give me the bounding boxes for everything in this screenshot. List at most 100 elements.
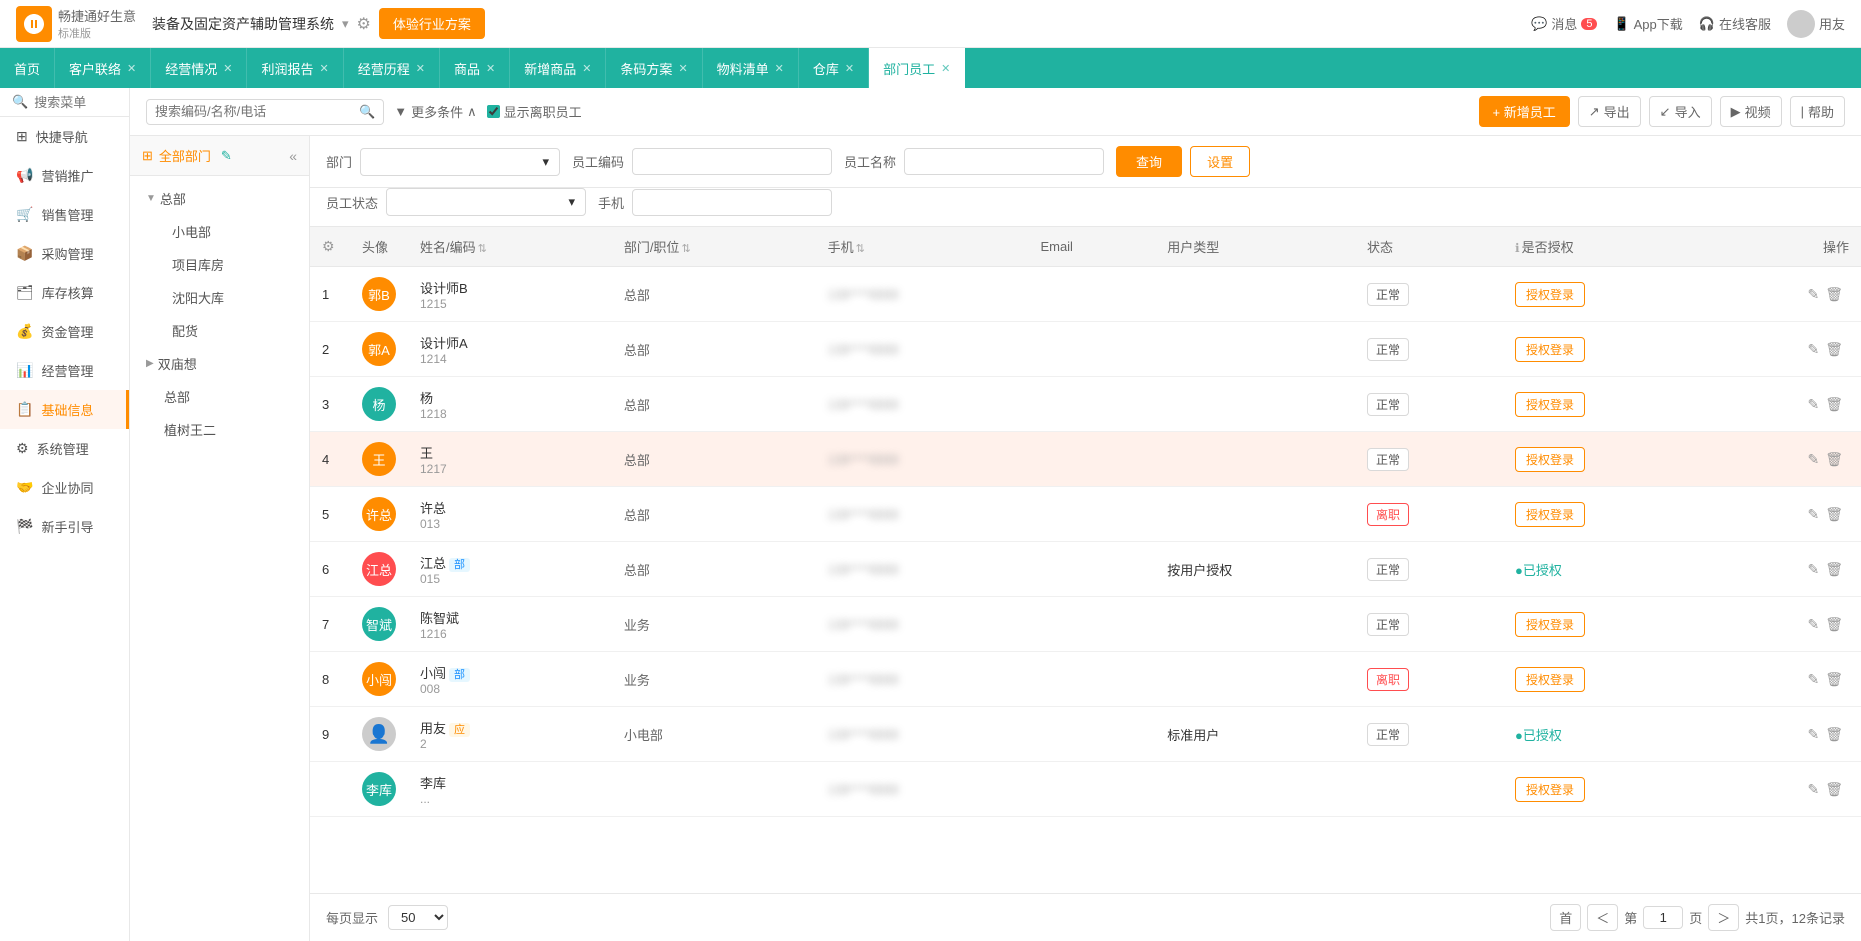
auth-button[interactable]: 授权登录 xyxy=(1515,502,1585,527)
delete-button[interactable]: 🗑 xyxy=(1825,561,1843,577)
collapse-panel-icon[interactable]: « xyxy=(289,148,297,164)
first-page-button[interactable]: 首 xyxy=(1550,904,1581,931)
sidebar-item-guide[interactable]: 🏁新手引导 xyxy=(0,507,129,546)
sidebar-item-purchase[interactable]: 📦采购管理 xyxy=(0,234,129,273)
delete-button[interactable]: 🗑 xyxy=(1825,286,1843,302)
edit-button[interactable]: ✎ xyxy=(1807,561,1819,577)
tab-close-new_goods[interactable]: ✕ xyxy=(582,62,591,75)
delete-button[interactable]: 🗑 xyxy=(1825,616,1843,632)
sidebar-item-sales[interactable]: 🛒销售管理 xyxy=(0,195,129,234)
dept-filter-select[interactable]: ▾ xyxy=(360,148,560,176)
search-input[interactable] xyxy=(155,104,355,119)
edit-button[interactable]: ✎ xyxy=(1807,671,1819,687)
messages-button[interactable]: 💬 消息 5 xyxy=(1531,14,1597,33)
user-menu[interactable]: 用友 xyxy=(1787,10,1845,38)
dept-item-project[interactable]: 项目库房 xyxy=(130,248,309,281)
tab-close-material[interactable]: ✕ xyxy=(775,62,784,75)
dept-item-general[interactable]: ▼总部 xyxy=(130,182,309,215)
next-page-button[interactable]: ＞ xyxy=(1708,904,1739,931)
sidebar-item-basic[interactable]: 📋基础信息 xyxy=(0,390,129,429)
edit-dept-icon[interactable]: ✎ xyxy=(221,148,232,164)
dept-item-shuangtai[interactable]: ▶双庙想 xyxy=(130,347,309,380)
delete-button[interactable]: 🗑 xyxy=(1825,726,1843,742)
tab-close-warehouse[interactable]: ✕ xyxy=(845,62,854,75)
auth-button[interactable]: 授权登录 xyxy=(1515,282,1585,307)
phone-input[interactable] xyxy=(632,189,832,216)
delete-button[interactable]: 🗑 xyxy=(1825,671,1843,687)
emp-name-input[interactable] xyxy=(904,148,1104,175)
emp-status-select[interactable]: ▾ xyxy=(386,188,586,216)
dept-item-shenyang[interactable]: 沈阳大库 xyxy=(130,281,309,314)
import-button[interactable]: ↙ 导入 xyxy=(1649,96,1712,127)
help-button[interactable]: | 帮助 xyxy=(1790,96,1845,127)
edit-button[interactable]: ✎ xyxy=(1807,726,1819,742)
tab-close-barcode[interactable]: ✕ xyxy=(678,62,687,75)
auth-button[interactable]: 授权登录 xyxy=(1515,337,1585,362)
delete-button[interactable]: 🗑 xyxy=(1825,451,1843,467)
edit-button[interactable]: ✎ xyxy=(1807,616,1819,632)
sidebar-item-system[interactable]: ⚙系统管理 xyxy=(0,429,129,468)
delete-button[interactable]: 🗑 xyxy=(1825,341,1843,357)
nav-tab-home[interactable]: 首页 xyxy=(0,48,55,88)
prev-page-button[interactable]: ＜ xyxy=(1587,904,1618,931)
sidebar-item-marketing[interactable]: 📢营销推广 xyxy=(0,156,129,195)
tab-close-employee[interactable]: ✕ xyxy=(941,62,950,75)
tab-close-goods[interactable]: ✕ xyxy=(486,62,495,75)
page-size-select[interactable]: 501020100 xyxy=(388,905,448,930)
set-button[interactable]: 设置 xyxy=(1190,146,1250,177)
delete-button[interactable]: 🗑 xyxy=(1825,506,1843,522)
nav-tab-customer[interactable]: 客户联络✕ xyxy=(55,48,151,88)
auth-button[interactable]: 授权登录 xyxy=(1515,392,1585,417)
search-menu-input[interactable] xyxy=(34,95,130,110)
tab-close-customer[interactable]: ✕ xyxy=(127,62,136,75)
nav-tab-new_goods[interactable]: 新增商品✕ xyxy=(510,48,606,88)
auth-button[interactable]: 授权登录 xyxy=(1515,777,1585,802)
nav-tab-employee[interactable]: 部门员工✕ xyxy=(869,48,965,88)
nav-tab-goods[interactable]: 商品✕ xyxy=(440,48,510,88)
sidebar-item-collab[interactable]: 🤝企业协同 xyxy=(0,468,129,507)
settings-icon[interactable]: ⚙ xyxy=(322,238,335,254)
nav-tab-barcode[interactable]: 条码方案✕ xyxy=(606,48,702,88)
auth-button[interactable]: 授权登录 xyxy=(1515,447,1585,472)
dept-item-small_elec[interactable]: 小电部 xyxy=(130,215,309,248)
gear-icon[interactable]: ⚙ xyxy=(357,14,371,34)
dept-item-general2[interactable]: 总部 xyxy=(130,380,309,413)
export-button[interactable]: ↗ 导出 xyxy=(1578,96,1641,127)
tab-close-profit[interactable]: ✕ xyxy=(320,62,329,75)
auth-button[interactable]: 授权登录 xyxy=(1515,612,1585,637)
dept-item-plant[interactable]: 植树王二 xyxy=(130,413,309,446)
nav-tab-operation[interactable]: 经营情况✕ xyxy=(151,48,247,88)
delete-button[interactable]: 🗑 xyxy=(1825,781,1843,797)
query-button[interactable]: 查询 xyxy=(1116,146,1182,177)
sidebar-item-inventory[interactable]: 🗂库存核算 xyxy=(0,273,129,312)
show-resign-input[interactable] xyxy=(487,105,500,118)
view-button[interactable]: ▶ 视频 xyxy=(1720,96,1782,127)
edit-button[interactable]: ✎ xyxy=(1807,451,1819,467)
more-conditions-button[interactable]: ▼ 更多条件 ∧ xyxy=(394,102,476,121)
edit-button[interactable]: ✎ xyxy=(1807,286,1819,302)
edit-button[interactable]: ✎ xyxy=(1807,396,1819,412)
auth-button[interactable]: 授权登录 xyxy=(1515,667,1585,692)
tab-close-operation[interactable]: ✕ xyxy=(223,62,232,75)
chevron-down-icon[interactable]: ▾ xyxy=(342,16,349,32)
show-resign-checkbox[interactable]: 显示离职员工 xyxy=(487,102,582,121)
edit-button[interactable]: ✎ xyxy=(1807,506,1819,522)
tab-close-process[interactable]: ✕ xyxy=(416,62,425,75)
nav-tab-process[interactable]: 经营历程✕ xyxy=(344,48,440,88)
dept-item-delivery[interactable]: 配货 xyxy=(130,314,309,347)
sidebar-item-quick-nav[interactable]: ⊞快捷导航 xyxy=(0,117,129,156)
app-download-button[interactable]: 📱 App下载 xyxy=(1613,14,1682,33)
add-employee-button[interactable]: + 新增员工 xyxy=(1479,96,1570,127)
page-input[interactable] xyxy=(1643,906,1683,929)
nav-tab-warehouse[interactable]: 仓库✕ xyxy=(799,48,869,88)
nav-tab-profit[interactable]: 利润报告✕ xyxy=(247,48,343,88)
online-service-button[interactable]: 🎧 在线客服 xyxy=(1699,14,1771,33)
edit-button[interactable]: ✎ xyxy=(1807,341,1819,357)
trial-button[interactable]: 体验行业方案 xyxy=(379,8,485,39)
sidebar-item-finance[interactable]: 💰资金管理 xyxy=(0,312,129,351)
edit-button[interactable]: ✎ xyxy=(1807,781,1819,797)
sidebar-item-operations[interactable]: 📊经营管理 xyxy=(0,351,129,390)
nav-tab-material[interactable]: 物料清单✕ xyxy=(703,48,799,88)
delete-button[interactable]: 🗑 xyxy=(1825,396,1843,412)
emp-code-input[interactable] xyxy=(632,148,832,175)
